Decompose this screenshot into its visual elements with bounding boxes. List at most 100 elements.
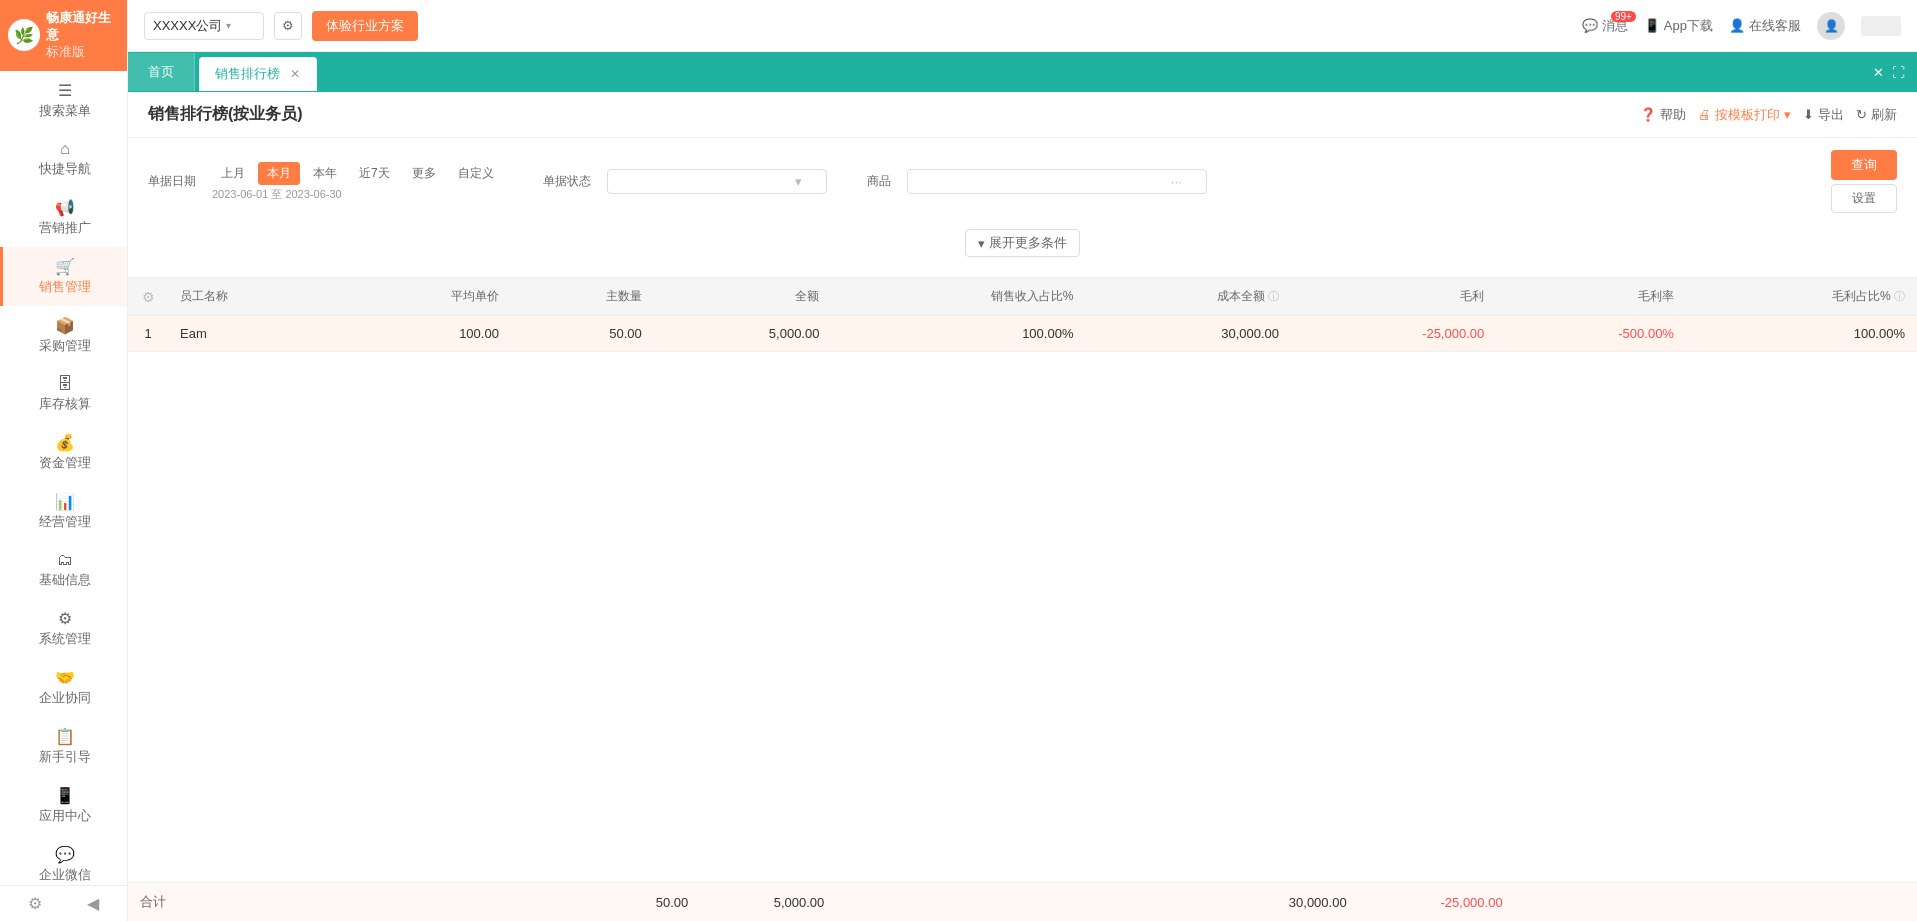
sidebar-item-system[interactable]: ⚙系统管理 xyxy=(0,599,127,658)
cell-gross: -25,000.00 xyxy=(1291,316,1496,352)
goods-ellipsis: ··· xyxy=(1171,174,1182,189)
gross-pct-info-icon[interactable]: ⓘ xyxy=(1894,290,1905,302)
cell-gross-rate: -500.00% xyxy=(1496,316,1686,352)
window-close-icon[interactable]: ✕ xyxy=(1873,65,1884,80)
search-icon: ☰ xyxy=(58,81,72,100)
purchase-icon: 📦 xyxy=(55,316,75,335)
online-service-button[interactable]: 👤 在线客服 xyxy=(1729,17,1801,35)
more-btn[interactable]: 更多 xyxy=(403,162,445,185)
this-year-btn[interactable]: 本年 xyxy=(304,162,346,185)
filter-area: 单据日期 上月 本月 本年 近7天 更多 自定义 2023-06-01 至 20… xyxy=(128,138,1917,278)
export-button[interactable]: ⬇ 导出 xyxy=(1803,106,1844,124)
sidebar-item-quick-nav[interactable]: ⌂快捷导航 xyxy=(0,130,127,188)
active-tab-label: 销售排行榜 xyxy=(215,65,280,83)
sidebar-label-weixin: 企业微信 xyxy=(39,866,91,884)
sidebar-label-search: 搜索菜单 xyxy=(39,102,91,120)
page-actions: ❓ 帮助 🖨 按模板打印 ▾ ⬇ 导出 ↻ 刷新 xyxy=(1640,106,1897,124)
footer-label: 合计 xyxy=(140,893,166,911)
sidebar-label-system: 系统管理 xyxy=(39,630,91,648)
sidebar-item-finance[interactable]: 💰资金管理 xyxy=(0,423,127,482)
sidebar-item-inventory[interactable]: 🗄库存核算 xyxy=(0,365,127,423)
th-sales-pct: 销售收入占比% xyxy=(831,278,1085,316)
settings-icon[interactable]: ⚙ xyxy=(28,894,42,913)
filter-row-1: 单据日期 上月 本月 本年 近7天 更多 自定义 2023-06-01 至 20… xyxy=(148,150,1897,213)
date-btn-group: 上月 本月 本年 近7天 更多 自定义 xyxy=(212,162,503,185)
window-expand-icon[interactable]: ⛶ xyxy=(1892,65,1905,80)
quick-nav-icon: ⌂ xyxy=(60,140,70,158)
th-avg-price: 平均单价 xyxy=(339,278,510,316)
sidebar-label-marketing: 营销推广 xyxy=(39,219,91,237)
sidebar-item-search[interactable]: ☰ 搜索菜单 xyxy=(0,71,127,130)
sidebar-nav: ☰ 搜索菜单 ⌂快捷导航📢营销推广🛒销售管理 📦 采购管理 🗄库存核算💰资金管理 📊 经营管理… xyxy=(0,71,127,885)
tab-sales-ranking[interactable]: 销售排行榜 ✕ xyxy=(199,57,317,91)
footer-quantity: 50.00 xyxy=(608,895,688,910)
message-badge: 99+ xyxy=(1611,11,1636,22)
sidebar-item-app-center[interactable]: 📱应用中心 xyxy=(0,776,127,835)
avatar[interactable]: 👤 xyxy=(1817,12,1845,40)
goods-select[interactable]: ··· xyxy=(907,169,1207,194)
sidebar-item-beginner[interactable]: 📋 新手引导 xyxy=(0,717,127,776)
sidebar-item-purchase[interactable]: 📦 采购管理 xyxy=(0,306,127,365)
column-settings-icon[interactable]: ⚙ xyxy=(142,289,155,305)
date-buttons: 上月 本月 本年 近7天 更多 自定义 2023-06-01 至 2023-06… xyxy=(212,162,503,202)
app-download-button[interactable]: 📱 App下载 xyxy=(1644,17,1713,35)
tab-bar: 首页 销售排行榜 ✕ ✕ ⛶ xyxy=(128,52,1917,92)
logo-icon: 🌿 xyxy=(8,19,40,51)
th-name: 员工名称 xyxy=(168,278,339,316)
message-button[interactable]: 💬 消息 99+ xyxy=(1582,17,1628,35)
last-7days-btn[interactable]: 近7天 xyxy=(350,162,399,185)
sidebar-item-sales[interactable]: 🛒销售管理 xyxy=(0,247,127,306)
sidebar-item-marketing[interactable]: 📢营销推广 xyxy=(0,188,127,247)
th-gross: 毛利 xyxy=(1291,278,1496,316)
cell-name: Eam xyxy=(168,316,339,352)
this-month-btn[interactable]: 本月 xyxy=(258,162,300,185)
sidebar-item-base-info[interactable]: 🗂基础信息 xyxy=(0,541,127,599)
footer-cost: 30,000.00 xyxy=(1267,895,1347,910)
status-select[interactable]: ▾ xyxy=(607,169,827,194)
expand-more-button[interactable]: ▾ 展开更多条件 xyxy=(965,229,1080,257)
footer-amount: 5,000.00 xyxy=(744,895,824,910)
operations-icon: 📊 xyxy=(55,492,75,511)
sidebar-item-corp-collab[interactable]: 🤝企业协同 xyxy=(0,658,127,717)
settings-button[interactable]: 设置 xyxy=(1831,184,1897,213)
print-button[interactable]: 🖨 按模板打印 ▾ xyxy=(1698,106,1791,124)
collapse-icon[interactable]: ◀ xyxy=(87,894,99,913)
cell-sales-pct: 100.00% xyxy=(831,316,1085,352)
page-title: 销售排行榜(按业务员) xyxy=(148,104,303,125)
th-amount: 全额 xyxy=(654,278,832,316)
tab-close-icon[interactable]: ✕ xyxy=(290,67,300,81)
query-button[interactable]: 查询 xyxy=(1831,150,1897,180)
print-dropdown-icon[interactable]: ▾ xyxy=(1784,107,1791,122)
sidebar-label-finance: 资金管理 xyxy=(39,454,91,472)
header-right: 💬 消息 99+ 📱 App下载 👤 在线客服 👤 xyxy=(1582,12,1901,40)
tab-home[interactable]: 首页 xyxy=(128,53,195,91)
cost-info-icon[interactable]: ⓘ xyxy=(1268,290,1279,302)
export-icon: ⬇ xyxy=(1803,107,1814,122)
cell-cost: 30,000.00 xyxy=(1085,316,1291,352)
print-icon: 🖨 xyxy=(1698,107,1711,122)
last-month-btn[interactable]: 上月 xyxy=(212,162,254,185)
refresh-button[interactable]: ↻ 刷新 xyxy=(1856,106,1897,124)
sidebar-item-operations[interactable]: 📊 经营管理 xyxy=(0,482,127,541)
sidebar-item-weixin[interactable]: 💬企业微信 xyxy=(0,835,127,885)
sidebar-label-purchase: 采购管理 xyxy=(39,337,91,355)
help-button[interactable]: ❓ 帮助 xyxy=(1640,106,1686,124)
sidebar-label-beginner: 新手引导 xyxy=(39,748,91,766)
download-icon: 📱 xyxy=(1644,18,1660,33)
service-icon: 👤 xyxy=(1729,18,1745,33)
page-header: 销售排行榜(按业务员) ❓ 帮助 🖨 按模板打印 ▾ ⬇ 导出 ↻ 刷新 xyxy=(128,92,1917,138)
avatar-placeholder: 👤 xyxy=(1824,19,1839,33)
beginner-icon: 📋 xyxy=(55,727,75,746)
tab-controls: ✕ ⛶ xyxy=(1861,65,1917,80)
sidebar-label-operations: 经营管理 xyxy=(39,513,91,531)
trial-button[interactable]: 体验行业方案 xyxy=(312,11,418,41)
help-icon: ❓ xyxy=(1640,107,1656,122)
gear-icon: ⚙ xyxy=(282,18,294,33)
table-body: 1 Eam 100.00 50.00 5,000.00 100.00% 30,0… xyxy=(128,316,1917,352)
table-container: ⚙ 员工名称 平均单价 主数量 全额 销售收入占比% 成本全额 ⓘ 毛利 毛利率 xyxy=(128,278,1917,882)
custom-btn[interactable]: 自定义 xyxy=(449,162,503,185)
main-area: XXXXX公司 ▾ ⚙ 体验行业方案 💬 消息 99+ 📱 App下载 👤 在线… xyxy=(128,0,1917,921)
header-gear-button[interactable]: ⚙ xyxy=(274,12,302,40)
company-selector[interactable]: XXXXX公司 ▾ xyxy=(144,12,264,40)
app-download-label: App下载 xyxy=(1664,17,1713,35)
